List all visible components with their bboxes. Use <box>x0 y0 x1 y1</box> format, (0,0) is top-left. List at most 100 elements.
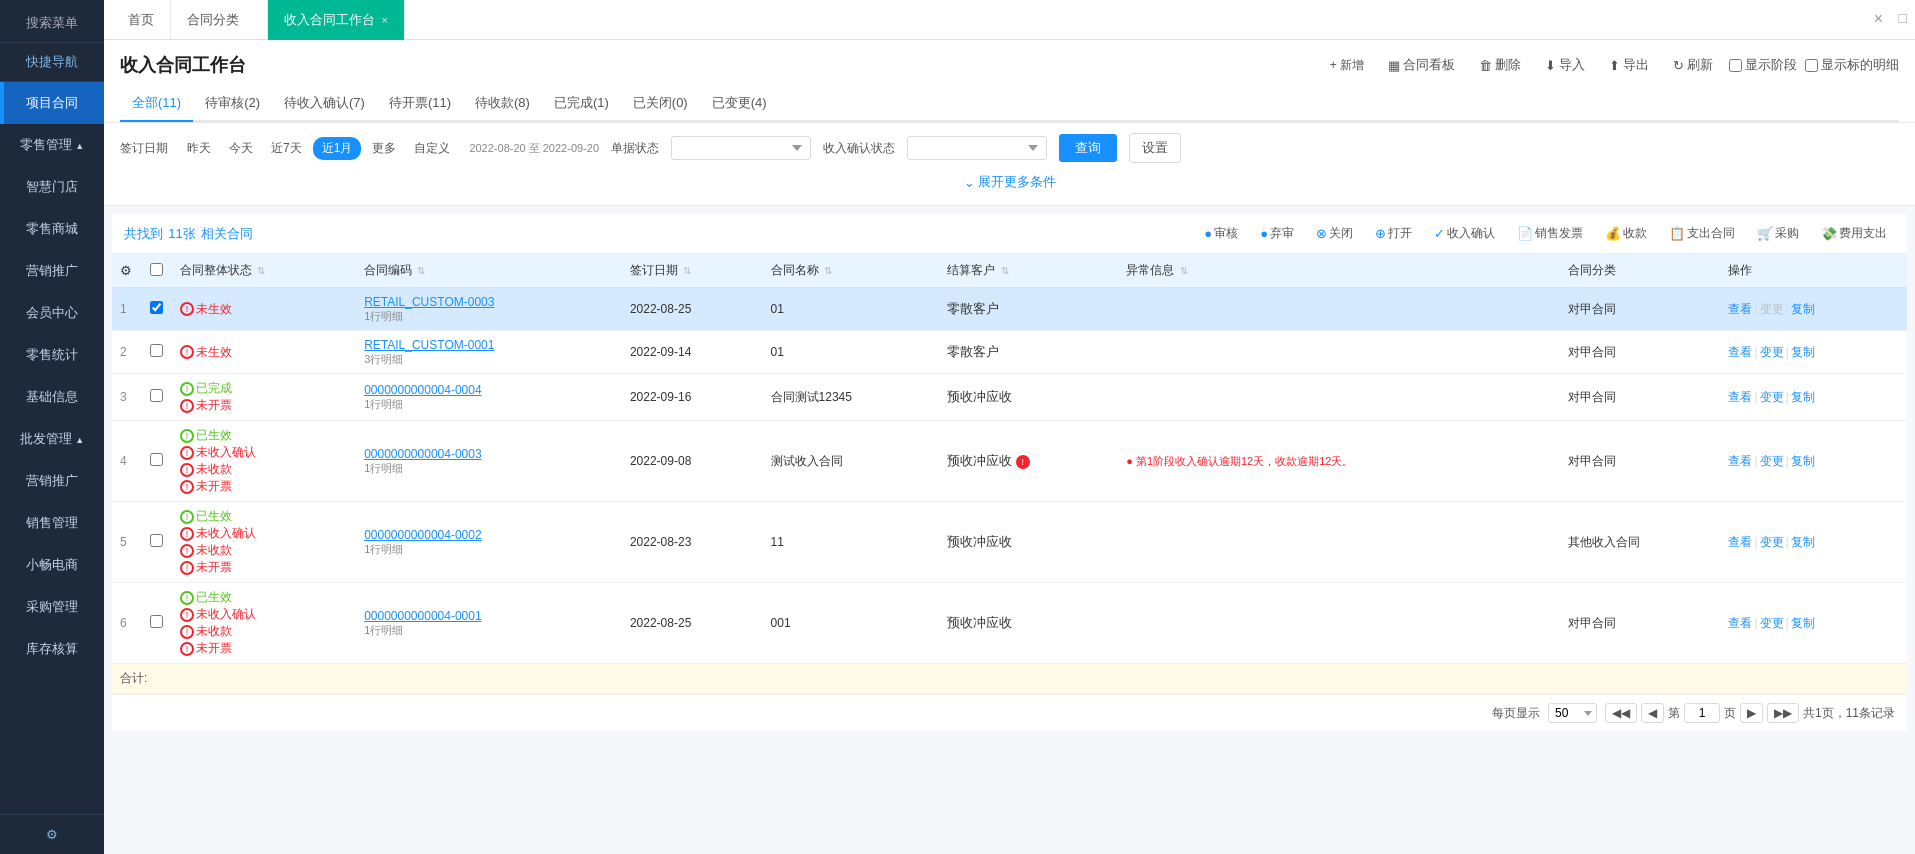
sidebar-search[interactable]: 搜索菜单 <box>0 0 104 43</box>
sidebar-item-inventory[interactable]: 库存核算 <box>0 628 104 670</box>
page-prev-button[interactable]: ◀ <box>1641 703 1664 723</box>
sort-customer-icon[interactable]: ⇅ <box>1001 265 1009 276</box>
action-查看[interactable]: 查看 <box>1728 302 1752 316</box>
sidebar-item-sales-mgmt[interactable]: 销售管理 <box>0 502 104 544</box>
row-checkbox[interactable] <box>150 301 163 314</box>
action-复制[interactable]: 复制 <box>1791 535 1815 549</box>
tab-contract-category[interactable]: 合同分类 × <box>171 0 268 40</box>
show-stage-label[interactable]: 显示阶段 <box>1729 56 1797 74</box>
import-button[interactable]: ⬇ 导入 <box>1537 52 1593 78</box>
date-btn-yesterday[interactable]: 昨天 <box>180 137 218 160</box>
sidebar-settings[interactable]: ⚙ <box>0 814 104 854</box>
sub-tab-pending-review[interactable]: 待审核(2) <box>193 86 272 122</box>
action-变更[interactable]: 变更 <box>1760 302 1784 316</box>
sort-name-icon[interactable]: ⇅ <box>824 265 832 276</box>
page-last-button[interactable]: ▶▶ <box>1767 703 1799 723</box>
action-复制[interactable]: 复制 <box>1791 302 1815 316</box>
action-查看[interactable]: 查看 <box>1728 616 1752 630</box>
page-size-select[interactable]: 10 20 50 100 <box>1548 703 1597 723</box>
sidebar-item-basic-info[interactable]: 基础信息 <box>0 376 104 418</box>
refresh-button[interactable]: ↻ 刷新 <box>1665 52 1721 78</box>
sort-abnormal-icon[interactable]: ⇅ <box>1180 265 1188 276</box>
sort-date-icon[interactable]: ⇅ <box>683 265 691 276</box>
contract-board-button[interactable]: ▦ 合同看板 <box>1380 52 1463 78</box>
action-复制[interactable]: 复制 <box>1791 345 1815 359</box>
close-tab-contract-category[interactable]: × <box>245 14 251 26</box>
action-查看[interactable]: 查看 <box>1728 390 1752 404</box>
sidebar-item-purchase-mgmt[interactable]: 采购管理 <box>0 586 104 628</box>
tab-home[interactable]: 首页 <box>112 0 171 40</box>
date-btn-more[interactable]: 更多 <box>365 137 403 160</box>
select-all-checkbox[interactable] <box>150 263 163 276</box>
tab-income-contract[interactable]: 收入合同工作台 × <box>268 0 404 40</box>
action-income-confirm[interactable]: ✓ 收入确认 <box>1426 222 1503 245</box>
expand-filter-button[interactable]: ⌄ 展开更多条件 <box>964 173 1056 191</box>
contract-code-link[interactable]: RETAIL_CUSTOM-0001 <box>364 338 494 352</box>
action-expense[interactable]: 💸 费用支出 <box>1813 222 1895 245</box>
date-btn-7days[interactable]: 近7天 <box>264 137 309 160</box>
action-复制[interactable]: 复制 <box>1791 454 1815 468</box>
setting-button[interactable]: 设置 <box>1129 133 1181 163</box>
sub-tab-all[interactable]: 全部(11) <box>120 86 193 122</box>
action-查看[interactable]: 查看 <box>1728 535 1752 549</box>
action-expense-contract[interactable]: 📋 支出合同 <box>1661 222 1743 245</box>
sidebar-item-wholesale-mgmt[interactable]: 批发管理 ▲ <box>0 418 104 460</box>
row-checkbox[interactable] <box>150 344 163 357</box>
action-audit[interactable]: ● 审核 <box>1196 222 1246 245</box>
export-button[interactable]: ⬆ 导出 <box>1601 52 1657 78</box>
window-close-icon[interactable]: × <box>1874 10 1883 28</box>
action-变更[interactable]: 变更 <box>1760 616 1784 630</box>
row-checkbox[interactable] <box>150 453 163 466</box>
action-复制[interactable]: 复制 <box>1791 390 1815 404</box>
action-sales-invoice[interactable]: 📄 销售发票 <box>1509 222 1591 245</box>
contract-code-link[interactable]: 0000000000004-0002 <box>364 528 481 542</box>
page-next-button[interactable]: ▶ <box>1740 703 1763 723</box>
sidebar-item-xiaowei-ecom[interactable]: 小畅电商 <box>0 544 104 586</box>
action-discard-audit[interactable]: ● 弃审 <box>1252 222 1302 245</box>
sidebar-item-retail-mall[interactable]: 零售商城 <box>0 208 104 250</box>
delete-button[interactable]: 🗑 删除 <box>1471 52 1529 78</box>
sidebar-item-smart-store[interactable]: 智慧门店 <box>0 166 104 208</box>
window-expand-icon[interactable]: □ <box>1899 10 1907 26</box>
row-checkbox[interactable] <box>150 534 163 547</box>
action-purchase[interactable]: 🛒 采购 <box>1749 222 1807 245</box>
action-变更[interactable]: 变更 <box>1760 390 1784 404</box>
action-查看[interactable]: 查看 <box>1728 345 1752 359</box>
sub-tab-changed[interactable]: 已变更(4) <box>700 86 779 122</box>
action-变更[interactable]: 变更 <box>1760 535 1784 549</box>
contract-code-link[interactable]: 0000000000004-0004 <box>364 383 481 397</box>
action-payment[interactable]: 💰 收款 <box>1597 222 1655 245</box>
action-变更[interactable]: 变更 <box>1760 454 1784 468</box>
sidebar-item-sales-marketing[interactable]: 营销推广 <box>0 460 104 502</box>
date-btn-custom[interactable]: 自定义 <box>407 137 457 160</box>
show-stage-checkbox[interactable] <box>1729 59 1742 72</box>
query-button[interactable]: 查询 <box>1059 134 1117 162</box>
sub-tab-pending-invoice[interactable]: 待开票(11) <box>377 86 463 122</box>
show-flag-detail-checkbox[interactable] <box>1805 59 1818 72</box>
page-first-button[interactable]: ◀◀ <box>1605 703 1637 723</box>
sub-tab-completed[interactable]: 已完成(1) <box>542 86 621 122</box>
close-tab-income-contract[interactable]: × <box>381 14 387 26</box>
new-button[interactable]: + 新增 <box>1322 53 1372 78</box>
action-open[interactable]: ⊕ 打开 <box>1367 222 1420 245</box>
action-close[interactable]: ⊗ 关闭 <box>1308 222 1361 245</box>
contract-code-link[interactable]: 0000000000004-0001 <box>364 609 481 623</box>
sidebar-quick-nav[interactable]: 快捷导航 <box>0 43 104 82</box>
action-复制[interactable]: 复制 <box>1791 616 1815 630</box>
action-查看[interactable]: 查看 <box>1728 454 1752 468</box>
sidebar-item-project-contract[interactable]: 项目合同 <box>0 82 104 124</box>
sub-tab-pending-income-confirm[interactable]: 待收入确认(7) <box>272 86 377 122</box>
row-checkbox[interactable] <box>150 389 163 402</box>
doc-status-select[interactable] <box>671 136 811 160</box>
sidebar-item-retail-stats[interactable]: 零售统计 <box>0 334 104 376</box>
sort-code-icon[interactable]: ⇅ <box>417 265 425 276</box>
sidebar-item-member-center[interactable]: 会员中心 <box>0 292 104 334</box>
show-flag-detail-label[interactable]: 显示标的明细 <box>1805 56 1899 74</box>
action-变更[interactable]: 变更 <box>1760 345 1784 359</box>
date-btn-1month[interactable]: 近1月 <box>313 137 362 160</box>
income-confirm-select[interactable] <box>907 136 1047 160</box>
sub-tab-pending-payment[interactable]: 待收款(8) <box>463 86 542 122</box>
date-btn-today[interactable]: 今天 <box>222 137 260 160</box>
sidebar-item-marketing[interactable]: 营销推广 <box>0 250 104 292</box>
settings-icon[interactable]: ⚙ <box>120 263 132 278</box>
